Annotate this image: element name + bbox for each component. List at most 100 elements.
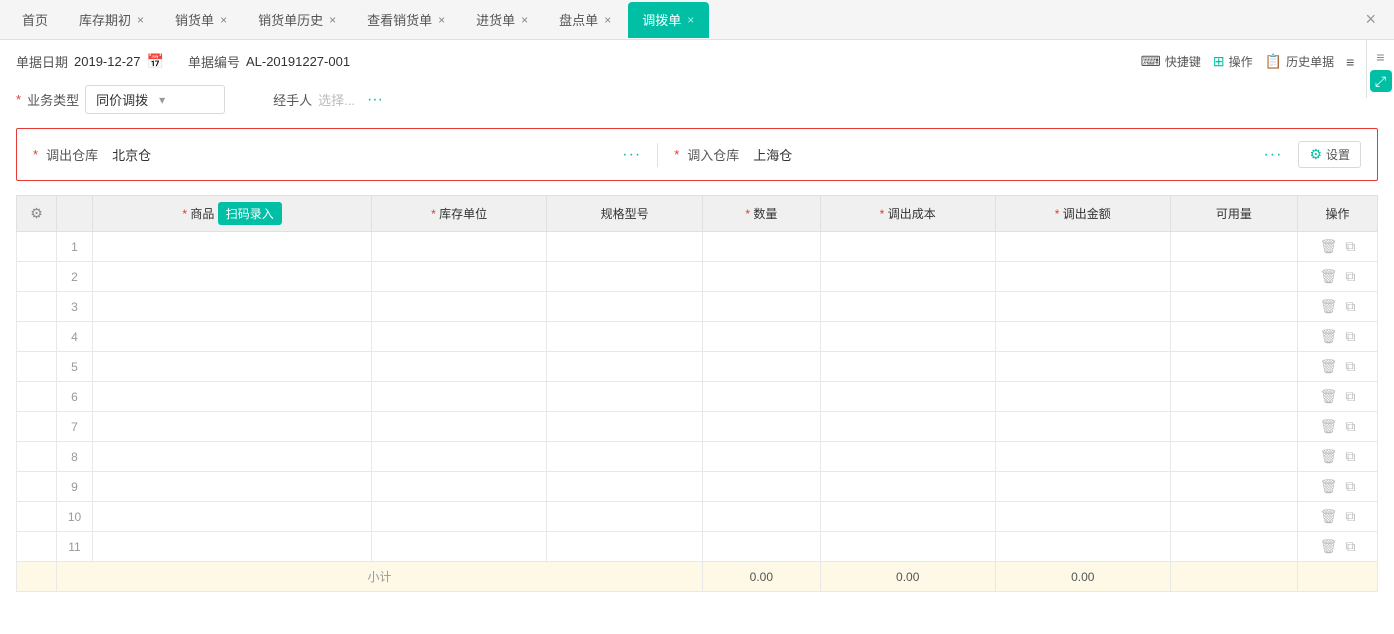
table-header-gear[interactable]: ⚙ (17, 196, 57, 232)
row-qty-2[interactable] (703, 262, 821, 292)
row-goods-9[interactable] (93, 472, 372, 502)
delete-icon-4[interactable]: 🗑 (1320, 328, 1338, 345)
row-cost-10[interactable] (820, 502, 995, 532)
tab-transfer[interactable]: 调拨单 × (628, 2, 709, 38)
row-spec-9[interactable] (547, 472, 703, 502)
row-qty-6[interactable] (703, 382, 821, 412)
row-goods-8[interactable] (93, 442, 372, 472)
row-qty-11[interactable] (703, 532, 821, 562)
copy-icon-7[interactable]: ⧉ (1345, 418, 1355, 435)
tab-view-sales[interactable]: 查看销货单 × (353, 2, 460, 38)
row-spec-10[interactable] (547, 502, 703, 532)
row-amount-7[interactable] (995, 412, 1170, 442)
row-spec-3[interactable] (547, 292, 703, 322)
row-unit-2[interactable] (372, 262, 547, 292)
copy-icon-6[interactable]: ⧉ (1345, 388, 1355, 405)
tab-inventory-init[interactable]: 库存期初 × (65, 2, 159, 38)
sidebar-list-icon[interactable]: ≡ (1370, 46, 1392, 68)
delete-icon-1[interactable]: 🗑 (1320, 238, 1338, 255)
history-btn[interactable]: 📋 历史单据 (1265, 53, 1334, 70)
row-spec-1[interactable] (547, 232, 703, 262)
tab-home[interactable]: 首页 (8, 2, 63, 38)
tab-inventory-init-close[interactable]: × (137, 13, 144, 27)
row-spec-6[interactable] (547, 382, 703, 412)
row-qty-10[interactable] (703, 502, 821, 532)
row-spec-11[interactable] (547, 532, 703, 562)
copy-icon-8[interactable]: ⧉ (1345, 448, 1355, 465)
tab-view-sales-close[interactable]: × (438, 13, 445, 27)
delete-icon-6[interactable]: 🗑 (1320, 388, 1338, 405)
row-amount-9[interactable] (995, 472, 1170, 502)
row-goods-7[interactable] (93, 412, 372, 442)
row-goods-5[interactable] (93, 352, 372, 382)
row-amount-6[interactable] (995, 382, 1170, 412)
settings-button[interactable]: ⚙ 设置 (1298, 141, 1361, 168)
row-qty-7[interactable] (703, 412, 821, 442)
copy-icon-3[interactable]: ⧉ (1345, 298, 1355, 315)
row-cost-1[interactable] (820, 232, 995, 262)
row-unit-8[interactable] (372, 442, 547, 472)
delete-icon-7[interactable]: 🗑 (1320, 418, 1338, 435)
row-unit-7[interactable] (372, 412, 547, 442)
sidebar-expand-icon[interactable]: ⤢ (1370, 70, 1392, 92)
row-qty-9[interactable] (703, 472, 821, 502)
row-amount-4[interactable] (995, 322, 1170, 352)
delete-icon-5[interactable]: 🗑 (1320, 358, 1338, 375)
row-goods-3[interactable] (93, 292, 372, 322)
row-cost-7[interactable] (820, 412, 995, 442)
operation-btn[interactable]: ⊞ 操作 (1213, 53, 1253, 70)
warehouse-in-dots[interactable]: ··· (1263, 146, 1282, 164)
row-qty-4[interactable] (703, 322, 821, 352)
tab-inventory-check-close[interactable]: × (604, 13, 611, 27)
delete-icon-3[interactable]: 🗑 (1320, 298, 1338, 315)
row-qty-3[interactable] (703, 292, 821, 322)
tab-purchase-close[interactable]: × (521, 13, 528, 27)
delete-icon-11[interactable]: 🗑 (1320, 538, 1338, 555)
row-unit-4[interactable] (372, 322, 547, 352)
row-amount-5[interactable] (995, 352, 1170, 382)
row-goods-2[interactable] (93, 262, 372, 292)
person-dots[interactable]: ··· (367, 91, 383, 109)
tab-sales-close[interactable]: × (220, 13, 227, 27)
row-amount-8[interactable] (995, 442, 1170, 472)
biz-type-select[interactable]: 同价调拨 ▾ (85, 85, 225, 114)
copy-icon-1[interactable]: ⧉ (1345, 238, 1355, 255)
row-cost-5[interactable] (820, 352, 995, 382)
tab-purchase[interactable]: 进货单 × (462, 2, 543, 38)
row-amount-2[interactable] (995, 262, 1170, 292)
row-cost-3[interactable] (820, 292, 995, 322)
delete-icon-2[interactable]: 🗑 (1320, 268, 1338, 285)
row-spec-7[interactable] (547, 412, 703, 442)
tab-sales[interactable]: 销货单 × (161, 2, 242, 38)
copy-icon-5[interactable]: ⧉ (1345, 358, 1355, 375)
row-qty-1[interactable] (703, 232, 821, 262)
layout-list-btn[interactable]: ≡ (1346, 54, 1354, 70)
tab-transfer-close[interactable]: × (687, 13, 694, 27)
row-cost-2[interactable] (820, 262, 995, 292)
row-spec-5[interactable] (547, 352, 703, 382)
copy-icon-9[interactable]: ⧉ (1345, 478, 1355, 495)
row-amount-10[interactable] (995, 502, 1170, 532)
row-qty-8[interactable] (703, 442, 821, 472)
row-unit-3[interactable] (372, 292, 547, 322)
warehouse-out-dots[interactable]: ··· (622, 146, 641, 164)
row-unit-9[interactable] (372, 472, 547, 502)
row-unit-5[interactable] (372, 352, 547, 382)
row-unit-11[interactable] (372, 532, 547, 562)
row-unit-6[interactable] (372, 382, 547, 412)
row-goods-6[interactable] (93, 382, 372, 412)
scan-button[interactable]: 扫码录入 (218, 202, 282, 225)
copy-icon-2[interactable]: ⧉ (1345, 268, 1355, 285)
tab-inventory-check[interactable]: 盘点单 × (545, 2, 626, 38)
tab-sales-history[interactable]: 销货单历史 × (244, 2, 351, 38)
row-spec-2[interactable] (547, 262, 703, 292)
row-unit-10[interactable] (372, 502, 547, 532)
row-cost-6[interactable] (820, 382, 995, 412)
table-gear-icon[interactable]: ⚙ (30, 205, 43, 221)
row-amount-11[interactable] (995, 532, 1170, 562)
delete-icon-9[interactable]: 🗑 (1320, 478, 1338, 495)
row-cost-8[interactable] (820, 442, 995, 472)
row-goods-4[interactable] (93, 322, 372, 352)
calendar-icon[interactable]: 📅 (147, 53, 164, 70)
person-placeholder[interactable]: 选择... (318, 90, 355, 109)
